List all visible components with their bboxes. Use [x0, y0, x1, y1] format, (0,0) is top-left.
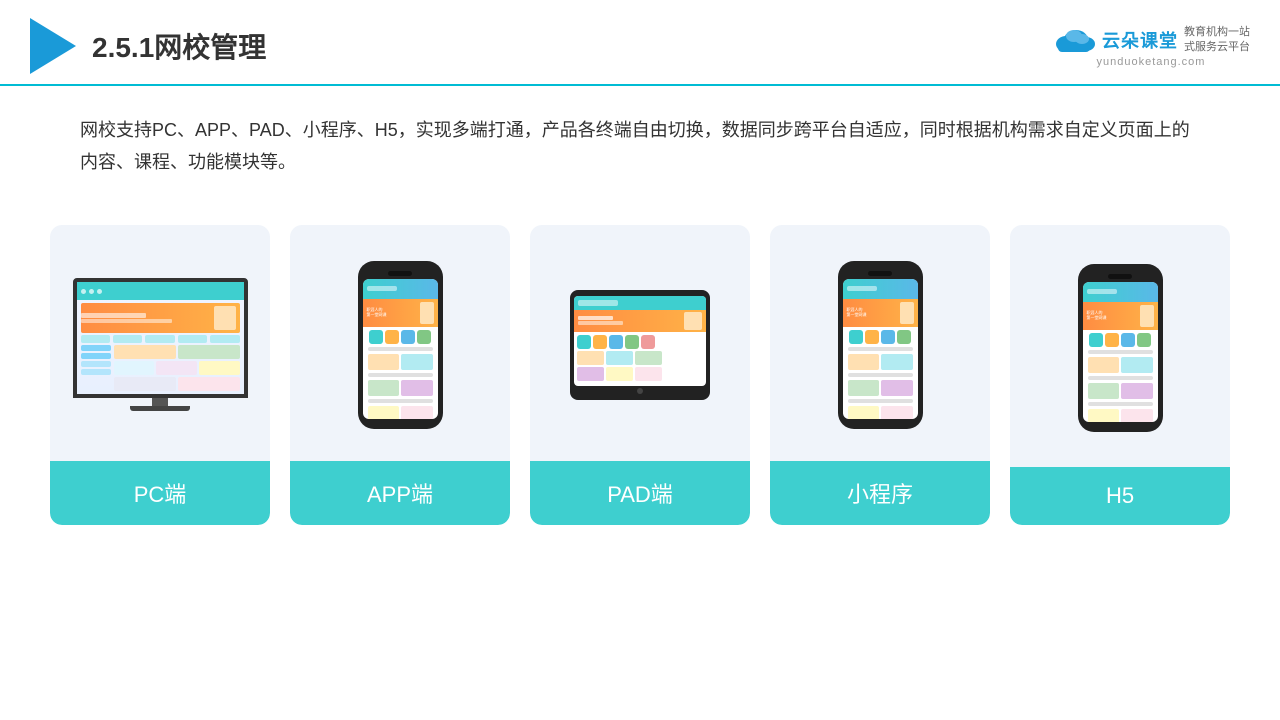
page-title: 2.5.1网校管理 — [92, 26, 266, 66]
miniprogram-card: 职涯人的第一堂网课 — [770, 225, 990, 525]
pc-screen — [73, 278, 248, 398]
miniprogram-image-area: 职涯人的第一堂网课 — [770, 225, 990, 461]
phone-mock-mini: 职涯人的第一堂网课 — [838, 261, 923, 429]
phone-mock-app: 职涯人的第一堂网课 — [358, 261, 443, 429]
miniprogram-label: 小程序 — [770, 461, 990, 525]
brand-logo: 云朵课堂 教育机构一站式服务云平台 — [1052, 24, 1250, 56]
device-cards-container: PC端 职涯人的第一堂网课 — [0, 205, 1280, 555]
pad-image-area — [530, 225, 750, 461]
brand-tagline: 教育机构一站式服务云平台 — [1184, 25, 1250, 56]
logo-triangle-icon — [30, 18, 76, 74]
pc-image-area — [50, 225, 270, 461]
app-card: 职涯人的第一堂网课 — [290, 225, 510, 525]
page-header: 2.5.1网校管理 云朵课堂 教育机构一站式服务云平台 yunduoketang… — [0, 0, 1280, 86]
app-image-area: 职涯人的第一堂网课 — [290, 225, 510, 461]
pad-card: PAD端 — [530, 225, 750, 525]
brand-name: 云朵课堂 — [1102, 27, 1178, 53]
h5-image-area: 职涯人的第一堂网课 — [1010, 225, 1230, 467]
header-left: 2.5.1网校管理 — [30, 18, 266, 74]
pc-device-mock — [73, 278, 248, 411]
h5-label: H5 — [1010, 467, 1230, 525]
pc-label: PC端 — [50, 461, 270, 525]
tablet-mock — [570, 290, 710, 400]
h5-card: 职涯人的第一堂网课 — [1010, 225, 1230, 525]
brand-area: 云朵课堂 教育机构一站式服务云平台 yunduoketang.com — [1052, 24, 1250, 68]
pad-label: PAD端 — [530, 461, 750, 525]
brand-url: yunduoketang.com — [1097, 56, 1206, 68]
phone-mock-h5: 职涯人的第一堂网课 — [1078, 264, 1163, 432]
description-paragraph: 网校支持PC、APP、PAD、小程序、H5，实现多端打通，产品各终端自由切换，数… — [80, 114, 1200, 179]
pc-card: PC端 — [50, 225, 270, 525]
description-text: 网校支持PC、APP、PAD、小程序、H5，实现多端打通，产品各终端自由切换，数… — [0, 86, 1280, 195]
app-label: APP端 — [290, 461, 510, 525]
cloud-logo-icon — [1052, 24, 1096, 56]
